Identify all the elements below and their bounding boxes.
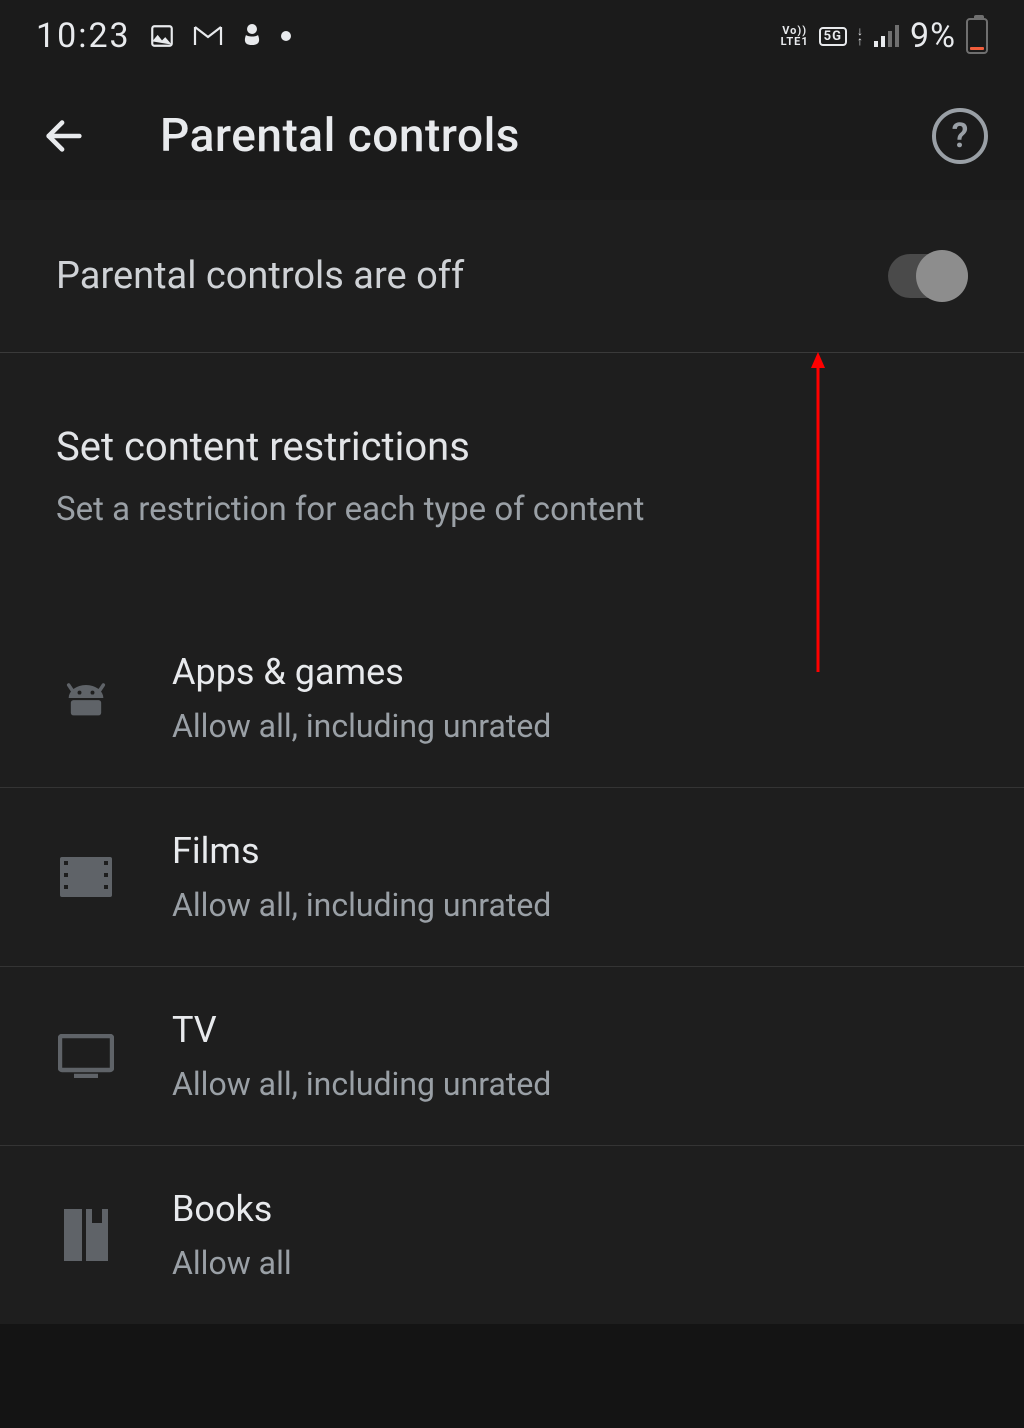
page-title: Parental controls: [160, 109, 884, 163]
volte-bottom: LTE1: [781, 36, 809, 47]
parental-controls-toggle-row[interactable]: Parental controls are off: [0, 200, 1024, 352]
network-5g-badge: 5G: [819, 27, 847, 46]
item-subtitle: Allow all, including unrated: [172, 886, 551, 924]
status-bar: 10:23 Vo)) LTE1 5G ↓↑ 9%: [0, 0, 1024, 72]
status-right: Vo)) LTE1 5G ↓↑ 9%: [781, 16, 988, 56]
app-bar: Parental controls ?: [0, 72, 1024, 200]
question-mark-icon: ?: [952, 116, 969, 156]
item-subtitle: Allow all: [172, 1244, 292, 1282]
item-title: Films: [172, 830, 551, 872]
screen: 10:23 Vo)) LTE1 5G ↓↑ 9%: [0, 0, 1024, 1324]
switch-thumb: [916, 250, 968, 302]
image-icon: [149, 23, 175, 49]
gmail-icon: [193, 25, 223, 47]
list-item-apps-games[interactable]: Apps & games Allow all, including unrate…: [0, 609, 1024, 788]
item-subtitle: Allow all, including unrated: [172, 1065, 551, 1103]
arrow-left-icon: [41, 113, 87, 159]
item-text: Films Allow all, including unrated: [172, 830, 551, 924]
tv-icon: [56, 1026, 116, 1086]
android-icon: [56, 668, 116, 728]
section-subtitle: Set a restriction for each type of conte…: [56, 488, 968, 533]
item-title: TV: [172, 1009, 551, 1051]
battery-percent: 9%: [910, 16, 956, 56]
battery-icon: [966, 18, 988, 54]
list-item-films[interactable]: Films Allow all, including unrated: [0, 788, 1024, 967]
status-time: 10:23: [36, 16, 131, 56]
toggle-label: Parental controls are off: [56, 254, 464, 298]
item-title: Apps & games: [172, 651, 551, 693]
parental-controls-switch[interactable]: [888, 254, 968, 298]
item-subtitle: Allow all, including unrated: [172, 707, 551, 745]
content: Parental controls are off Set content re…: [0, 200, 1024, 1324]
app-notification-icon: [241, 23, 263, 49]
section-header: Set content restrictions Set a restricti…: [0, 353, 1024, 569]
back-button[interactable]: [36, 108, 92, 164]
item-text: Books Allow all: [172, 1188, 292, 1282]
help-button[interactable]: ?: [932, 108, 988, 164]
list-item-books[interactable]: Books Allow all: [0, 1146, 1024, 1324]
status-left: 10:23: [36, 16, 291, 56]
volte-indicator: Vo)) LTE1: [781, 25, 809, 47]
book-icon: [56, 1205, 116, 1265]
data-arrows-icon: ↓↑: [857, 26, 864, 46]
list-item-tv[interactable]: TV Allow all, including unrated: [0, 967, 1024, 1146]
item-title: Books: [172, 1188, 292, 1230]
restrictions-list: Apps & games Allow all, including unrate…: [0, 569, 1024, 1324]
item-text: Apps & games Allow all, including unrate…: [172, 651, 551, 745]
signal-icon: [874, 25, 900, 47]
section-title: Set content restrictions: [56, 423, 968, 470]
item-text: TV Allow all, including unrated: [172, 1009, 551, 1103]
film-icon: [56, 847, 116, 907]
more-notifications-dot: [281, 31, 291, 41]
